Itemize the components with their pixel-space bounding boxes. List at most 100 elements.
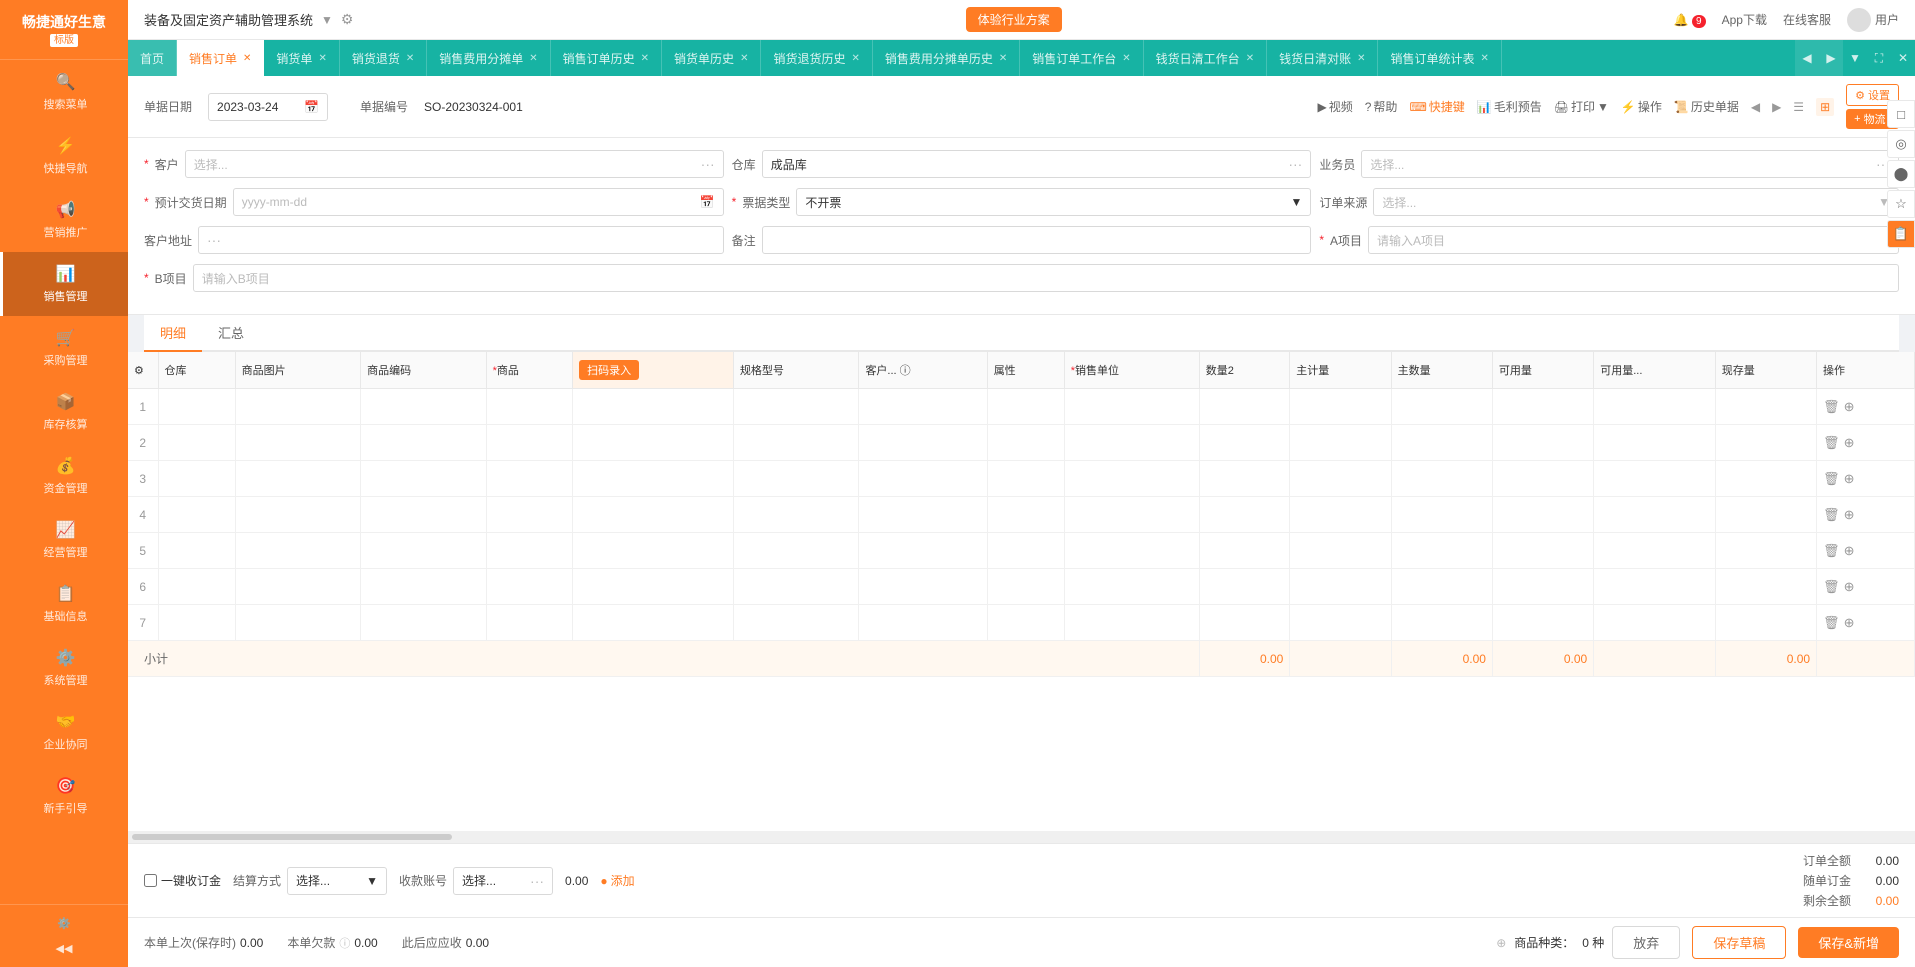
row-qty2[interactable] bbox=[1199, 497, 1290, 533]
row-warehouse[interactable] bbox=[158, 389, 235, 425]
customer-input[interactable]: 选择... ··· bbox=[185, 150, 724, 178]
delete-icon[interactable]: 🗑 bbox=[1823, 579, 1840, 595]
scroll-bar[interactable] bbox=[132, 834, 452, 840]
row-available2[interactable] bbox=[1594, 389, 1716, 425]
row-qty2[interactable] bbox=[1199, 533, 1290, 569]
sidebar-settings[interactable]: ⚙️ bbox=[57, 917, 71, 930]
tab-order-workspace[interactable]: 销售订单工作台 ✕ bbox=[1020, 40, 1143, 76]
row-unit[interactable] bbox=[1064, 569, 1199, 605]
sidebar-item-enterprise[interactable]: 🤝 企业协同 bbox=[0, 700, 128, 764]
row-qty2[interactable] bbox=[1199, 461, 1290, 497]
user-avatar[interactable]: 用户 bbox=[1847, 8, 1899, 32]
view-btn[interactable]: ▶ 视频 bbox=[1317, 98, 1352, 115]
row-warehouse[interactable] bbox=[158, 425, 235, 461]
row-customer-code[interactable] bbox=[859, 425, 987, 461]
nav-next-icon[interactable]: ▶ bbox=[1772, 100, 1781, 114]
row-code[interactable] bbox=[361, 497, 487, 533]
row-scan[interactable] bbox=[573, 569, 734, 605]
col-stock[interactable]: 现存量 bbox=[1715, 352, 1816, 389]
row-available2[interactable] bbox=[1594, 605, 1716, 641]
scan-button[interactable]: 扫码录入 bbox=[579, 360, 639, 380]
sidebar-item-search[interactable]: 🔍 搜索菜单 bbox=[0, 60, 128, 124]
warehouse-input[interactable]: 成品库 ··· bbox=[762, 150, 1312, 178]
row-available[interactable] bbox=[1492, 425, 1593, 461]
delete-icon[interactable]: 🗑 bbox=[1823, 435, 1840, 451]
col-available2[interactable]: 可用量... bbox=[1594, 352, 1716, 389]
nav-expand-btn[interactable]: ⛶ bbox=[1867, 40, 1891, 76]
sidebar-item-marketing[interactable]: 📢 营销推广 bbox=[0, 188, 128, 252]
row-spec[interactable] bbox=[733, 569, 859, 605]
tab-sales-bill[interactable]: 销货单 ✕ bbox=[264, 40, 339, 76]
close-tab-icon[interactable]: ✕ bbox=[641, 53, 649, 64]
col-attribute[interactable]: 属性 bbox=[987, 352, 1064, 389]
row-stock[interactable] bbox=[1715, 569, 1816, 605]
close-tab-icon[interactable]: ✕ bbox=[851, 53, 859, 64]
discard-button[interactable]: 放弃 bbox=[1612, 926, 1680, 959]
settings-icon[interactable]: ⚙ bbox=[341, 11, 354, 28]
tab-stats[interactable]: 销售订单统计表 ✕ bbox=[1378, 40, 1501, 76]
close-tab-icon[interactable]: ✕ bbox=[1122, 53, 1130, 64]
row-main-unit[interactable] bbox=[1290, 389, 1391, 425]
row-scan[interactable] bbox=[573, 425, 734, 461]
row-available[interactable] bbox=[1492, 389, 1593, 425]
row-available[interactable] bbox=[1492, 497, 1593, 533]
row-image[interactable] bbox=[235, 425, 361, 461]
close-tab-icon[interactable]: ✕ bbox=[740, 53, 748, 64]
col-code[interactable]: 商品编码 bbox=[361, 352, 487, 389]
invoice-type-select[interactable]: 不开票 ▼ bbox=[796, 188, 1311, 216]
copy-icon[interactable]: ⊕ bbox=[1844, 579, 1855, 595]
row-stock[interactable] bbox=[1715, 425, 1816, 461]
one-click-checkbox[interactable] bbox=[144, 874, 157, 887]
row-available2[interactable] bbox=[1594, 461, 1716, 497]
close-tab-icon[interactable]: ✕ bbox=[999, 53, 1007, 64]
row-scan[interactable] bbox=[573, 605, 734, 641]
close-tab-icon[interactable]: ✕ bbox=[529, 53, 537, 64]
row-product[interactable] bbox=[486, 605, 573, 641]
row-main-unit[interactable] bbox=[1290, 461, 1391, 497]
row-available[interactable] bbox=[1492, 605, 1593, 641]
col-image[interactable]: 商品图片 bbox=[235, 352, 361, 389]
row-main-qty[interactable] bbox=[1391, 389, 1492, 425]
delete-icon[interactable]: 🗑 bbox=[1823, 507, 1840, 523]
nav-more-btn[interactable]: ▼ bbox=[1843, 40, 1867, 76]
print-btn[interactable]: 🖨 打印 ▼ bbox=[1554, 98, 1609, 115]
row-code[interactable] bbox=[361, 533, 487, 569]
tab-sales-return[interactable]: 销货退货 ✕ bbox=[340, 40, 427, 76]
sidebar-item-guide[interactable]: 🎯 新手引导 bbox=[0, 764, 128, 828]
table-wrapper[interactable]: ⚙ 仓库 商品图片 商品编码 *商品 扫码录入 规格型号 客户... ⓘ 属性 … bbox=[128, 352, 1915, 831]
nav-prev-icon[interactable]: ◀ bbox=[1751, 100, 1760, 114]
row-attribute[interactable] bbox=[987, 389, 1064, 425]
row-main-unit[interactable] bbox=[1290, 425, 1391, 461]
row-qty2[interactable] bbox=[1199, 389, 1290, 425]
row-code[interactable] bbox=[361, 461, 487, 497]
row-product[interactable] bbox=[486, 533, 573, 569]
row-customer-code[interactable] bbox=[859, 461, 987, 497]
row-image[interactable] bbox=[235, 389, 361, 425]
row-main-qty[interactable] bbox=[1391, 533, 1492, 569]
row-spec[interactable] bbox=[733, 497, 859, 533]
delete-icon[interactable]: 🗑 bbox=[1823, 471, 1840, 487]
row-attribute[interactable] bbox=[987, 605, 1064, 641]
row-spec[interactable] bbox=[733, 389, 859, 425]
tab-sales-expense[interactable]: 销售费用分摊单 ✕ bbox=[427, 40, 550, 76]
sidebar-item-system[interactable]: ⚙️ 系统管理 bbox=[0, 636, 128, 700]
one-click-checkout[interactable]: 一键收订金 bbox=[144, 872, 221, 889]
row-main-qty[interactable] bbox=[1391, 569, 1492, 605]
delete-icon[interactable]: 🗑 bbox=[1823, 615, 1840, 631]
nav-close-btn[interactable]: ✕ bbox=[1891, 40, 1915, 76]
row-customer-code[interactable] bbox=[859, 497, 987, 533]
grid-view-icon[interactable]: ⊞ bbox=[1816, 98, 1834, 116]
row-product[interactable] bbox=[486, 425, 573, 461]
close-tab-icon[interactable]: ✕ bbox=[318, 53, 326, 64]
row-stock[interactable] bbox=[1715, 389, 1816, 425]
row-available2[interactable] bbox=[1594, 569, 1716, 605]
row-spec[interactable] bbox=[733, 533, 859, 569]
row-unit[interactable] bbox=[1064, 425, 1199, 461]
right-panel-btn-5[interactable]: 📋 bbox=[1887, 220, 1915, 248]
sidebar-item-quick-nav[interactable]: ⚡ 快捷导航 bbox=[0, 124, 128, 188]
copy-icon[interactable]: ⊕ bbox=[1844, 471, 1855, 487]
row-main-qty[interactable] bbox=[1391, 605, 1492, 641]
col-available[interactable]: 可用量 bbox=[1492, 352, 1593, 389]
tab-home[interactable]: 首页 bbox=[128, 40, 177, 76]
copy-icon[interactable]: ⊕ bbox=[1844, 399, 1855, 415]
